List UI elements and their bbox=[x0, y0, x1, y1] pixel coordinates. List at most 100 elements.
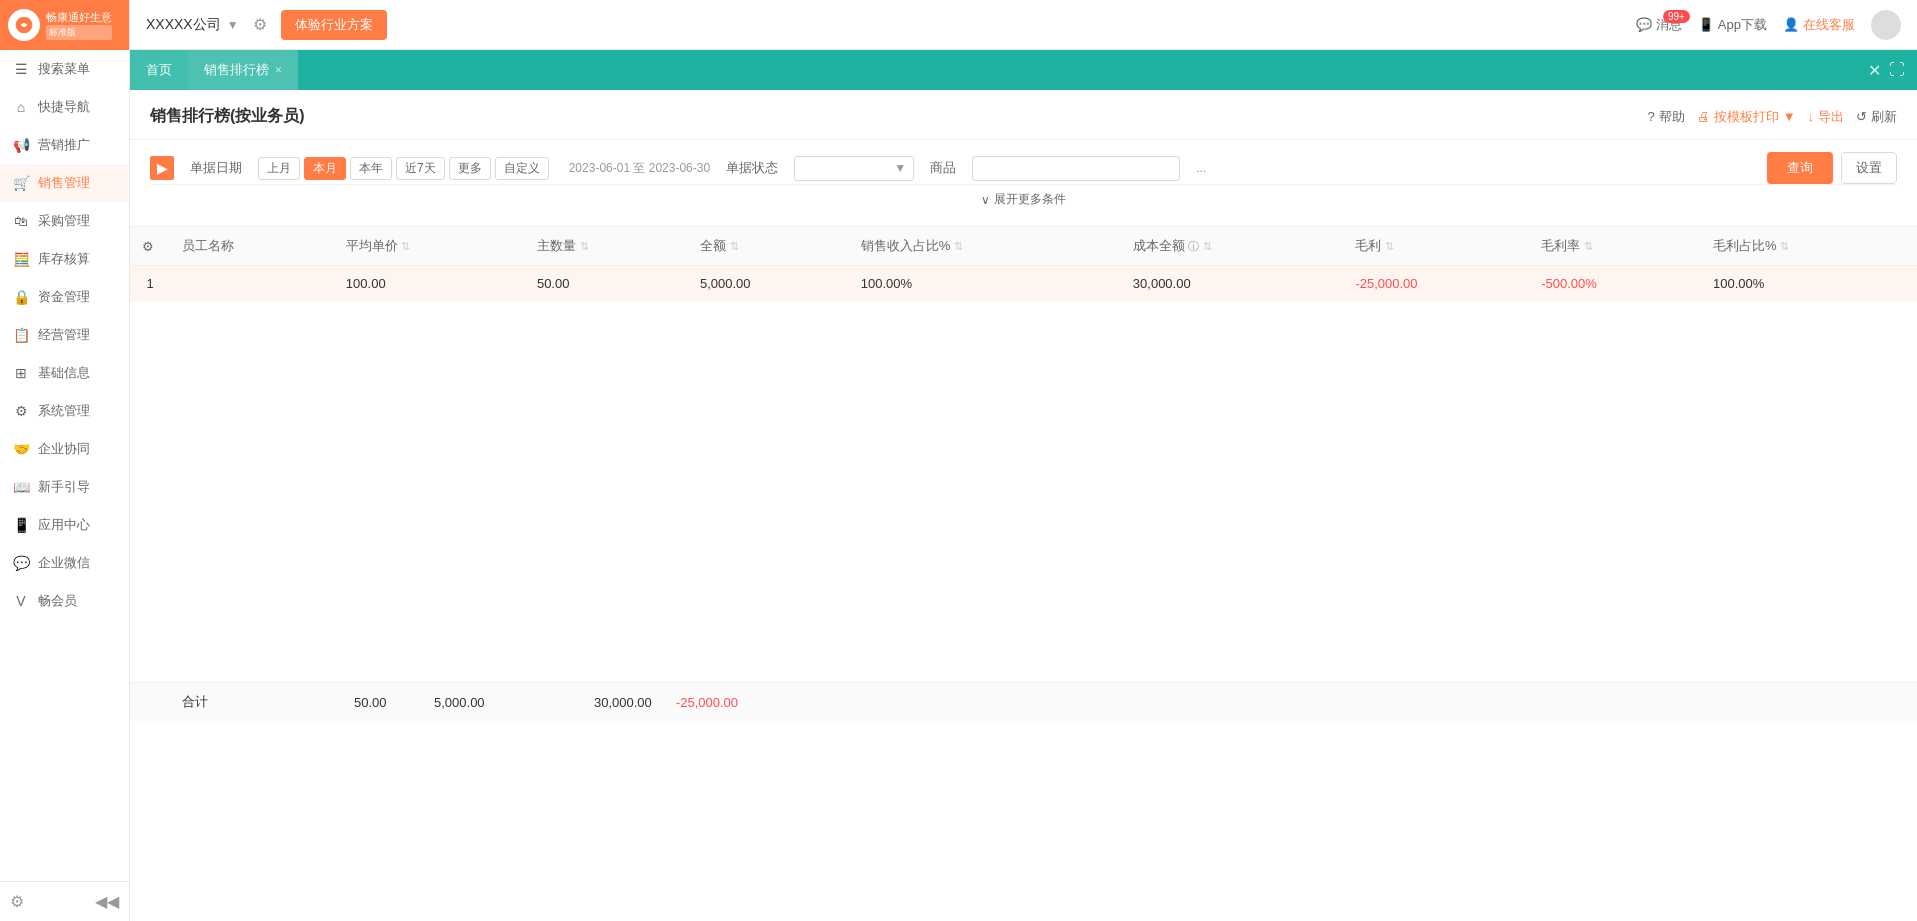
col-main-qty-header: 主数量 ⇅ bbox=[525, 227, 688, 266]
footer-cost: 30,000.00 bbox=[582, 695, 664, 710]
gross-sort-icon[interactable]: ⇅ bbox=[1385, 240, 1394, 252]
gross-pct-value: 100.00% bbox=[1713, 276, 1764, 291]
cell-cost: 30,000.00 bbox=[1121, 266, 1344, 302]
cost-info-icon[interactable]: ⓘ bbox=[1188, 240, 1199, 252]
date-this-year-btn[interactable]: 本年 bbox=[350, 157, 392, 180]
sidebar-item-apps[interactable]: 📱 应用中心 bbox=[0, 506, 129, 544]
handshake-icon: 🤝 bbox=[12, 440, 30, 458]
sidebar-item-basic-info-label: 基础信息 bbox=[38, 364, 90, 382]
col-gross-rate-label: 毛利率 bbox=[1541, 238, 1580, 253]
sidebar-item-marketing[interactable]: 📢 营销推广 bbox=[0, 126, 129, 164]
export-button[interactable]: ↓ 导出 bbox=[1808, 108, 1845, 126]
sidebar-item-member[interactable]: V 畅会员 bbox=[0, 582, 129, 620]
sidebar-item-sales-label: 销售管理 bbox=[38, 174, 90, 192]
sidebar-item-management-label: 经营管理 bbox=[38, 326, 90, 344]
date-range-display: 2023-06-01 至 2023-06-30 bbox=[569, 160, 710, 177]
sidebar-item-purchase[interactable]: 🛍 采购管理 bbox=[0, 202, 129, 240]
date-7days-btn[interactable]: 近7天 bbox=[396, 157, 445, 180]
sales-pct-sort-icon[interactable]: ⇅ bbox=[954, 240, 963, 252]
sidebar-item-basic-info[interactable]: ⊞ 基础信息 bbox=[0, 354, 129, 392]
sidebar-item-management[interactable]: 📋 经营管理 bbox=[0, 316, 129, 354]
avg-price-sort-icon[interactable]: ⇅ bbox=[401, 240, 410, 252]
cell-rank: 1 bbox=[130, 266, 170, 302]
sidebar-item-enterprise[interactable]: 🤝 企业协同 bbox=[0, 430, 129, 468]
sidebar-item-inventory[interactable]: 🧮 库存核算 bbox=[0, 240, 129, 278]
msg-icon: 💬 bbox=[1636, 17, 1652, 32]
sidebar-item-finance[interactable]: 🔒 资金管理 bbox=[0, 278, 129, 316]
refresh-button[interactable]: ↺ 刷新 bbox=[1856, 108, 1897, 126]
refresh-label: 刷新 bbox=[1871, 108, 1897, 126]
sidebar: 畅康通好生意 标准版 ☰ 搜索菜单 ⌂ 快捷导航 📢 营销推广 🛒 销售管理 🛍… bbox=[0, 0, 130, 921]
sidebar-item-system[interactable]: ⚙ 系统管理 bbox=[0, 392, 129, 430]
settings-bottom-icon[interactable]: ⚙ bbox=[10, 892, 24, 911]
goods-input[interactable] bbox=[972, 156, 1180, 181]
message-button[interactable]: 💬 消息 99+ bbox=[1636, 16, 1682, 34]
col-employee-header: 员工名称 bbox=[170, 227, 334, 266]
app-label: App下载 bbox=[1718, 16, 1767, 34]
status-select[interactable] bbox=[794, 156, 914, 181]
cell-employee bbox=[170, 266, 334, 302]
page-content: 销售排行榜(按业务员) ? 帮助 🖨 按模板打印 ▼ ↓ 导出 bbox=[130, 90, 1917, 921]
topbar-settings-icon[interactable]: ⚙ bbox=[253, 15, 267, 34]
expand-conditions-button[interactable]: ∨ 展开更多条件 bbox=[981, 191, 1066, 208]
file-icon: 📋 bbox=[12, 326, 30, 344]
settings-button[interactable]: 设置 bbox=[1841, 152, 1897, 184]
tab-close-all-icon[interactable]: ✕ bbox=[1868, 61, 1881, 80]
cost-sort-icon[interactable]: ⇅ bbox=[1203, 240, 1212, 252]
online-service-button[interactable]: 👤 在线客服 bbox=[1783, 16, 1855, 34]
tab-sales-ranking[interactable]: 销售排行榜 × bbox=[188, 50, 298, 90]
tab-home[interactable]: 首页 bbox=[130, 50, 188, 90]
wechat-icon: 💬 bbox=[12, 554, 30, 572]
tab-sales-ranking-label: 销售排行榜 bbox=[204, 61, 269, 79]
trial-button[interactable]: 体验行业方案 bbox=[281, 10, 387, 40]
col-gross-rate-header: 毛利率 ⇅ bbox=[1529, 227, 1701, 266]
table-container: ⚙ 员工名称 平均单价 ⇅ 主数量 ⇅ bbox=[130, 227, 1917, 302]
date-last-month-btn[interactable]: 上月 bbox=[258, 157, 300, 180]
spacer bbox=[130, 302, 1917, 682]
collapse-icon[interactable]: ◀◀ bbox=[95, 892, 119, 911]
cell-amount: 5,000.00 bbox=[688, 266, 849, 302]
query-button[interactable]: 查询 bbox=[1767, 152, 1833, 184]
footer-amount: 5,000.00 bbox=[422, 695, 502, 710]
tab-close-icon[interactable]: × bbox=[275, 63, 282, 77]
print-icon: 🖨 bbox=[1697, 109, 1710, 124]
expand-bar[interactable]: ∨ 展开更多条件 bbox=[150, 184, 1897, 214]
help-label: 帮助 bbox=[1659, 108, 1685, 126]
amount-sort-icon[interactable]: ⇅ bbox=[730, 240, 739, 252]
gross-rate-value: -500.00% bbox=[1541, 276, 1597, 291]
sidebar-bottom: ⚙ ◀◀ bbox=[0, 881, 129, 921]
gross-rate-sort-icon[interactable]: ⇅ bbox=[1584, 240, 1593, 252]
footer-sales-pct bbox=[502, 695, 582, 710]
sidebar-item-search[interactable]: ☰ 搜索菜单 bbox=[0, 50, 129, 88]
sidebar-item-enterprise-label: 企业协同 bbox=[38, 440, 90, 458]
filter-toggle-arrow[interactable]: ▶ bbox=[150, 156, 174, 180]
goods-more-icon[interactable]: ... bbox=[1196, 161, 1206, 175]
export-icon: ↓ bbox=[1808, 109, 1815, 124]
sidebar-item-guide[interactable]: 📖 新手引导 bbox=[0, 468, 129, 506]
company-dropdown-icon: ▼ bbox=[227, 18, 239, 32]
user-avatar[interactable] bbox=[1871, 10, 1901, 40]
sidebar-item-wechat[interactable]: 💬 企业微信 bbox=[0, 544, 129, 582]
date-this-month-btn[interactable]: 本月 bbox=[304, 157, 346, 180]
app-download-button[interactable]: 📱 App下载 bbox=[1698, 16, 1767, 34]
sidebar-nav: ☰ 搜索菜单 ⌂ 快捷导航 📢 营销推广 🛒 销售管理 🛍 采购管理 🧮 库存核… bbox=[0, 50, 129, 881]
company-selector[interactable]: XXXXX公司 ▼ bbox=[146, 16, 239, 34]
sidebar-item-quick-nav-label: 快捷导航 bbox=[38, 98, 90, 116]
page-title: 销售排行榜(按业务员) bbox=[150, 106, 305, 127]
date-custom-btn[interactable]: 自定义 bbox=[495, 157, 549, 180]
date-more-btn[interactable]: 更多 bbox=[449, 157, 491, 180]
cell-gross-rate: -500.00% bbox=[1529, 266, 1701, 302]
help-button[interactable]: ? 帮助 bbox=[1647, 108, 1684, 126]
tab-expand-icon[interactable]: ⛶ bbox=[1889, 61, 1905, 79]
lock-icon: 🔒 bbox=[12, 288, 30, 306]
print-button[interactable]: 🖨 按模板打印 ▼ bbox=[1697, 108, 1796, 126]
app-name: 畅康通好生意 bbox=[46, 10, 112, 25]
gross-pct-sort-icon[interactable]: ⇅ bbox=[1780, 240, 1789, 252]
col-settings-header[interactable]: ⚙ bbox=[130, 227, 170, 266]
sidebar-item-inventory-label: 库存核算 bbox=[38, 250, 90, 268]
search-icon: ☰ bbox=[12, 60, 30, 78]
sidebar-item-quick-nav[interactable]: ⌂ 快捷导航 bbox=[0, 88, 129, 126]
sidebar-item-sales[interactable]: 🛒 销售管理 bbox=[0, 164, 129, 202]
topbar-right: 💬 消息 99+ 📱 App下载 👤 在线客服 bbox=[1636, 10, 1901, 40]
main-qty-sort-icon[interactable]: ⇅ bbox=[580, 240, 589, 252]
